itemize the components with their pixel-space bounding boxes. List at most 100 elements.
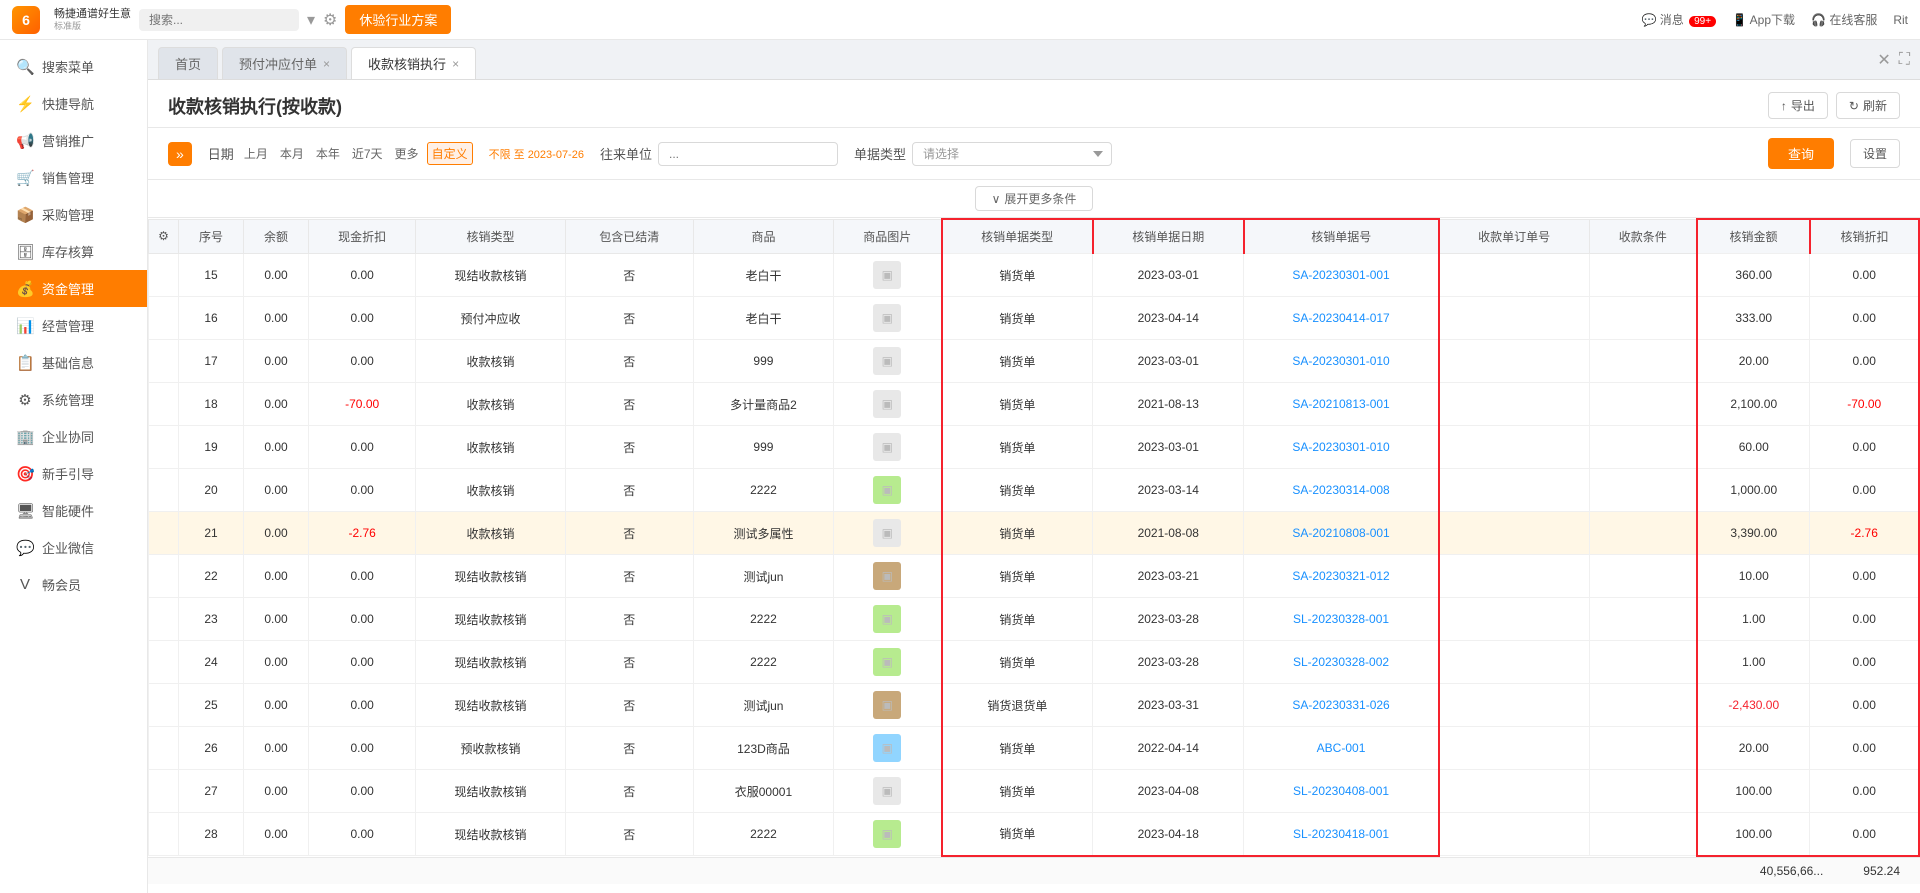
tab-home[interactable]: 首页 — [158, 47, 218, 79]
expand-more-btn[interactable]: ∨ 展开更多条件 — [975, 186, 1094, 211]
sidebar-item-hardware[interactable]: 🖥智能硬件 — [0, 492, 147, 529]
cell-gear[interactable] — [149, 383, 179, 426]
cell-gear[interactable] — [149, 555, 179, 598]
cell-collection-order — [1439, 641, 1589, 684]
cell-gear[interactable] — [149, 426, 179, 469]
sidebar-item-purchase[interactable]: 📦采购管理 — [0, 196, 147, 233]
filter-custom[interactable]: 自定义 — [427, 142, 473, 165]
sidebar-item-search[interactable]: 🔍搜索菜单 — [0, 48, 147, 85]
sidebar-item-enterprise[interactable]: 🏢企业协同 — [0, 418, 147, 455]
cell-gear[interactable] — [149, 813, 179, 856]
cell-goods-img: ▣ — [833, 512, 941, 555]
maximize-icon[interactable]: ⛶ — [1899, 51, 1910, 69]
cell-gear[interactable] — [149, 297, 179, 340]
filter-settings-btn[interactable]: 设置 — [1850, 139, 1900, 168]
online-service-btn[interactable]: 🎧 在线客服 — [1811, 11, 1877, 28]
filter-partner-input[interactable] — [658, 142, 838, 166]
sidebar-item-marketing[interactable]: 📢营销推广 — [0, 122, 147, 159]
filter-expand-btn[interactable]: » — [168, 142, 192, 166]
refresh-btn[interactable]: ↻ 刷新 — [1836, 92, 1900, 119]
cell-included-settled: 否 — [565, 469, 693, 512]
cell-gear[interactable] — [149, 469, 179, 512]
cell-goods: 多计量商品2 — [693, 383, 833, 426]
tab-prepay[interactable]: 预付冲应付单× — [222, 47, 347, 79]
cell-goods: 测试jun — [693, 555, 833, 598]
purchase-icon: 📦 — [16, 206, 34, 224]
cell-cancel-date: 2021-08-13 — [1093, 383, 1244, 426]
marketing-icon: 📢 — [16, 132, 34, 150]
sidebar-item-wechat[interactable]: 💬企业微信 — [0, 529, 147, 566]
col-cancel-voucher-type: 核销单据类型 — [942, 219, 1093, 254]
tab-collection[interactable]: 收款核销执行× — [351, 47, 476, 79]
cell-gear[interactable] — [149, 254, 179, 297]
cell-gear[interactable] — [149, 512, 179, 555]
filter-voucher-label: 单据类型 — [854, 144, 906, 163]
filter-more[interactable]: 更多 — [391, 143, 423, 164]
query-btn[interactable]: 查询 — [1768, 138, 1834, 169]
filter-last-month[interactable]: 上月 — [240, 143, 272, 164]
cell-included-settled: 否 — [565, 340, 693, 383]
cell-gear[interactable] — [149, 684, 179, 727]
table-row: 21 0.00 -2.76 收款核销 否 测试多属性 ▣ 销货单 2021-08… — [149, 512, 1920, 555]
sidebar-item-quicknav[interactable]: ⚡快捷导航 — [0, 85, 147, 122]
cell-cancel-number: SL-20230328-002 — [1244, 641, 1439, 684]
sidebar-item-basicinfo[interactable]: 📋基础信息 — [0, 344, 147, 381]
export-btn[interactable]: ↑ 导出 — [1768, 92, 1828, 119]
tab-collection-close[interactable]: × — [452, 57, 459, 71]
cell-gear[interactable] — [149, 641, 179, 684]
main-content: 首页预付冲应付单×收款核销执行× ✕ ⛶ 收款核销执行(按收款) ↑ 导出 ↻ … — [148, 40, 1920, 893]
cell-cancel-date: 2023-03-01 — [1093, 426, 1244, 469]
cell-gear[interactable] — [149, 727, 179, 770]
cell-collection-order — [1439, 813, 1589, 856]
cell-seq: 20 — [179, 469, 244, 512]
filter-voucher-select[interactable]: 请选择 — [912, 142, 1112, 166]
close-window-icon[interactable]: ✕ — [1877, 50, 1890, 70]
filter-bar: » 日期 上月 本月 本年 近7天 更多 自定义 不限 至 2023-07-26 — [148, 128, 1920, 180]
cell-cancel-amount: 3,390.00 — [1697, 512, 1810, 555]
message-btn[interactable]: 💬 消息 99+ — [1641, 11, 1716, 28]
cell-cancel-amount: 2,100.00 — [1697, 383, 1810, 426]
filter-this-month[interactable]: 本月 — [276, 143, 308, 164]
cell-collection-condition — [1589, 297, 1697, 340]
sidebar-item-inventory[interactable]: 🗄库存核算 — [0, 233, 147, 270]
cell-cancel-date: 2023-03-28 — [1093, 641, 1244, 684]
dropdown-icon[interactable]: ▾ — [307, 10, 315, 30]
industry-btn[interactable]: 休验行业方案 — [345, 5, 451, 34]
cell-cancel-number: SA-20230301-010 — [1244, 340, 1439, 383]
sidebar-item-finance[interactable]: 💰资金管理 — [0, 270, 147, 307]
sidebar-item-system[interactable]: ⚙系统管理 — [0, 381, 147, 418]
cell-cancel-voucher-type: 销货单 — [942, 254, 1093, 297]
sidebar-item-sales[interactable]: 🛒销售管理 — [0, 159, 147, 196]
top-bar-left: 6 畅捷通谱好生意 标准版 ▾ ⚙ 休验行业方案 — [12, 5, 1631, 34]
sidebar-item-label: 快捷导航 — [42, 94, 94, 113]
sidebar-item-label: 系统管理 — [42, 390, 94, 409]
cell-goods-img: ▣ — [833, 383, 941, 426]
top-search-input[interactable] — [139, 9, 299, 31]
sidebar-item-newbie[interactable]: 🎯新手引导 — [0, 455, 147, 492]
settings-icon[interactable]: ⚙ — [323, 10, 337, 30]
sidebar-item-member[interactable]: V畅会员 — [0, 566, 147, 603]
tab-prepay-close[interactable]: × — [323, 57, 330, 71]
cell-cancel-amount: -2,430.00 — [1697, 684, 1810, 727]
sidebar-item-operations[interactable]: 📊经营管理 — [0, 307, 147, 344]
col-gear[interactable]: ⚙ — [149, 219, 179, 254]
cell-cancel-type: 现结收款核销 — [416, 254, 565, 297]
cell-cancel-voucher-type: 销货单 — [942, 383, 1093, 426]
cell-cancel-number: SA-20230331-026 — [1244, 684, 1439, 727]
col-cancel-number: 核销单据号 — [1244, 219, 1439, 254]
col-cash-discount: 现金折扣 — [309, 219, 416, 254]
cell-gear[interactable] — [149, 598, 179, 641]
cell-cancel-amount: 100.00 — [1697, 813, 1810, 856]
cell-cancel-discount: 0.00 — [1810, 813, 1919, 856]
cell-cash-discount: -70.00 — [309, 383, 416, 426]
cell-gear[interactable] — [149, 770, 179, 813]
cell-cancel-date: 2023-04-08 — [1093, 770, 1244, 813]
cell-balance: 0.00 — [244, 555, 309, 598]
filter-7days[interactable]: 近7天 — [348, 143, 387, 164]
cell-gear[interactable] — [149, 340, 179, 383]
cell-cancel-type: 现结收款核销 — [416, 770, 565, 813]
cell-goods-img: ▣ — [833, 254, 941, 297]
app-download-btn[interactable]: 📱 App下载 — [1732, 11, 1795, 28]
cell-cancel-type: 收款核销 — [416, 469, 565, 512]
filter-this-year[interactable]: 本年 — [312, 143, 344, 164]
